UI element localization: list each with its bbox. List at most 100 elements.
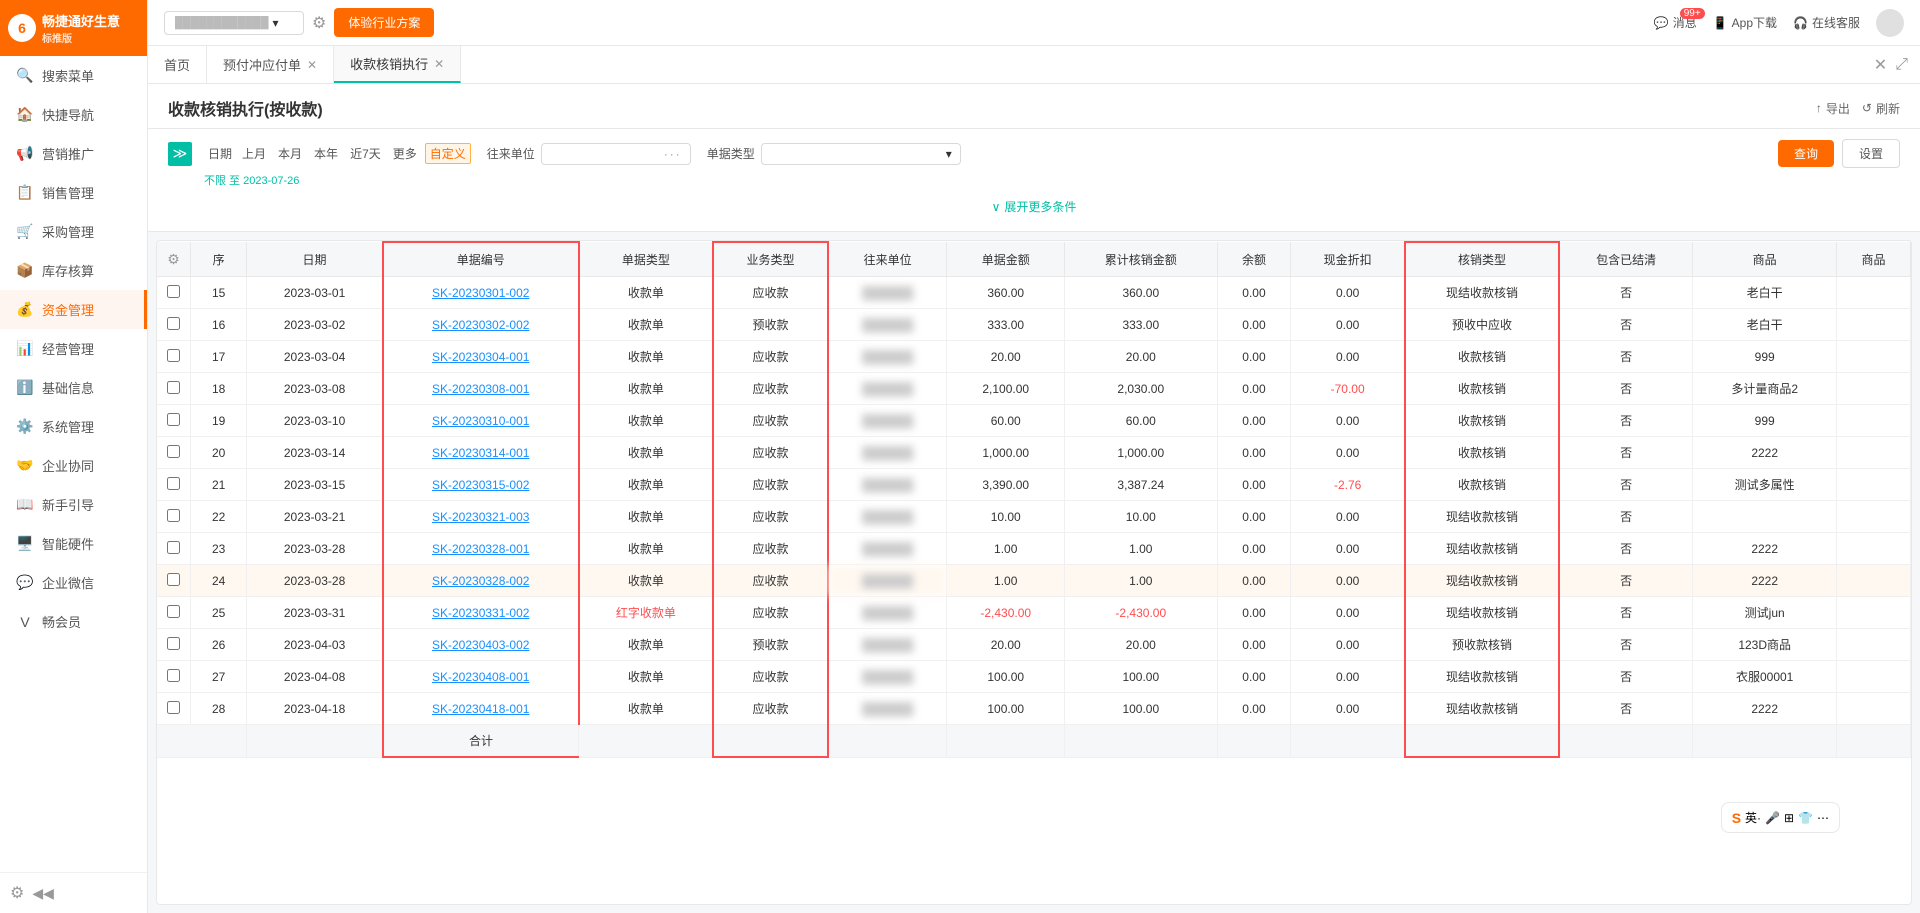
messages-button[interactable]: 💬 消息 99+ bbox=[1654, 14, 1697, 31]
filter-this-year-btn[interactable]: 本年 bbox=[310, 143, 342, 164]
expand-more-conditions-button[interactable]: ∨ 展开更多条件 bbox=[992, 198, 1077, 215]
row-checkbox[interactable] bbox=[167, 413, 180, 426]
column-settings-icon[interactable]: ⚙ bbox=[167, 251, 180, 267]
td-accum-amount: 100.00 bbox=[1065, 693, 1218, 725]
row-checkbox[interactable] bbox=[167, 637, 180, 650]
filter-last-month-btn[interactable]: 上月 bbox=[238, 143, 270, 164]
expand-tab-icon[interactable]: ⤢ bbox=[1895, 56, 1908, 74]
tab-home[interactable]: 首页 bbox=[148, 46, 207, 83]
td-accum-amount: 1.00 bbox=[1065, 565, 1218, 597]
company-selector[interactable]: ████████████ ▾ bbox=[164, 11, 304, 35]
row-checkbox[interactable] bbox=[167, 317, 180, 330]
settings-icon[interactable]: ⚙ bbox=[10, 883, 24, 903]
td-bill-no[interactable]: SK-20230403-002 bbox=[383, 629, 579, 661]
td-bill-no[interactable]: SK-20230321-003 bbox=[383, 501, 579, 533]
td-bill-no[interactable]: SK-20230328-002 bbox=[383, 565, 579, 597]
filter-this-month-btn[interactable]: 本月 bbox=[274, 143, 306, 164]
td-bill-no[interactable]: SK-20230328-001 bbox=[383, 533, 579, 565]
tab-collection[interactable]: 收款核销执行 ✕ bbox=[334, 46, 461, 83]
row-checkbox[interactable] bbox=[167, 445, 180, 458]
app-label: App下载 bbox=[1732, 14, 1777, 31]
row-checkbox[interactable] bbox=[167, 605, 180, 618]
row-checkbox[interactable] bbox=[167, 381, 180, 394]
filter-7days-btn[interactable]: 近7天 bbox=[346, 143, 385, 164]
topbar: ████████████ ▾ ⚙ 体验行业方案 💬 消息 99+ 📱 App下载… bbox=[148, 0, 1920, 46]
marketing-icon: 📢 bbox=[16, 145, 34, 162]
topbar-gear-icon[interactable]: ⚙ bbox=[312, 13, 326, 33]
row-checkbox[interactable] bbox=[167, 349, 180, 362]
refresh-button[interactable]: ↺ 刷新 bbox=[1862, 100, 1900, 117]
td-bill-type: 收款单 bbox=[579, 309, 714, 341]
solution-button[interactable]: 体验行业方案 bbox=[334, 8, 434, 37]
td-bill-no[interactable]: SK-20230308-001 bbox=[383, 373, 579, 405]
sidebar-item-basic-label: 基础信息 bbox=[42, 378, 94, 397]
close-tab-icon[interactable]: ✕ bbox=[1874, 55, 1887, 75]
sidebar-item-system[interactable]: ⚙️ 系统管理 bbox=[0, 407, 147, 446]
sidebar-item-operation[interactable]: 📊 经营管理 bbox=[0, 329, 147, 368]
sidebar-item-sales[interactable]: 📋 销售管理 bbox=[0, 173, 147, 212]
filter-setting-button[interactable]: 设置 bbox=[1842, 139, 1900, 168]
sidebar-item-search-label: 搜索菜单 bbox=[42, 66, 94, 85]
filter-collapse-button[interactable]: ≫ bbox=[168, 142, 192, 166]
sidebar-item-finance[interactable]: 💰 资金管理 bbox=[0, 290, 147, 329]
row-checkbox[interactable] bbox=[167, 509, 180, 522]
td-bill-no[interactable]: SK-20230408-001 bbox=[383, 661, 579, 693]
footer-product-cell bbox=[1693, 725, 1837, 758]
sidebar-item-marketing[interactable]: 📢 营销推广 bbox=[0, 134, 147, 173]
tab-collection-close-icon[interactable]: ✕ bbox=[434, 57, 444, 71]
td-cash-discount: 0.00 bbox=[1291, 309, 1405, 341]
sidebar-item-hardware[interactable]: 🖥️ 智能硬件 bbox=[0, 524, 147, 563]
td-bill-no[interactable]: SK-20230301-002 bbox=[383, 277, 579, 309]
td-seq: 24 bbox=[191, 565, 247, 597]
filter-partner-select[interactable]: ··· bbox=[541, 143, 691, 165]
online-service-button[interactable]: 🎧 在线客服 bbox=[1793, 14, 1860, 31]
filter-bill-type-select[interactable]: ▾ bbox=[761, 143, 961, 165]
row-checkbox[interactable] bbox=[167, 285, 180, 298]
app-download-button[interactable]: 📱 App下载 bbox=[1713, 14, 1777, 31]
td-biz-type: 应收款 bbox=[713, 565, 828, 597]
row-checkbox[interactable] bbox=[167, 573, 180, 586]
sidebar-item-wechat[interactable]: 💬 企业微信 bbox=[0, 563, 147, 602]
sidebar-item-enterprise[interactable]: 🤝 企业协同 bbox=[0, 446, 147, 485]
sidebar-item-member[interactable]: V 畅会员 bbox=[0, 602, 147, 641]
sidebar-item-basic[interactable]: ℹ️ 基础信息 bbox=[0, 368, 147, 407]
td-bill-no[interactable]: SK-20230331-002 bbox=[383, 597, 579, 629]
finance-icon: 💰 bbox=[16, 301, 34, 318]
sidebar-item-guide[interactable]: 📖 新手引导 bbox=[0, 485, 147, 524]
td-bill-no[interactable]: SK-20230310-001 bbox=[383, 405, 579, 437]
export-button[interactable]: ↑ 导出 bbox=[1816, 100, 1850, 117]
td-bill-no[interactable]: SK-20230315-002 bbox=[383, 469, 579, 501]
row-checkbox[interactable] bbox=[167, 701, 180, 714]
sidebar-item-inventory[interactable]: 📦 库存核算 bbox=[0, 251, 147, 290]
td-include-settled: 否 bbox=[1559, 309, 1693, 341]
row-checkbox[interactable] bbox=[167, 477, 180, 490]
query-button[interactable]: 查询 bbox=[1778, 140, 1834, 167]
filter-partner-dots: ··· bbox=[664, 147, 682, 161]
td-product: 123D商品 bbox=[1693, 629, 1837, 661]
td-bill-no[interactable]: SK-20230314-001 bbox=[383, 437, 579, 469]
tab-prepay[interactable]: 预付冲应付单 ✕ bbox=[207, 46, 334, 83]
td-cash-discount: 0.00 bbox=[1291, 565, 1405, 597]
tab-prepay-close-icon[interactable]: ✕ bbox=[307, 58, 317, 72]
td-bill-type: 收款单 bbox=[579, 277, 714, 309]
sidebar-item-search[interactable]: 🔍 搜索菜单 bbox=[0, 56, 147, 95]
sidebar-item-quick-nav[interactable]: 🏠 快捷导航 bbox=[0, 95, 147, 134]
filter-more-btn[interactable]: 更多 bbox=[389, 143, 421, 164]
td-bill-amount: 20.00 bbox=[947, 341, 1065, 373]
sidebar-item-purchase[interactable]: 🛒 采购管理 bbox=[0, 212, 147, 251]
th-settings[interactable]: ⚙ bbox=[157, 242, 191, 277]
td-seq: 19 bbox=[191, 405, 247, 437]
row-checkbox[interactable] bbox=[167, 669, 180, 682]
td-cash-discount: 0.00 bbox=[1291, 277, 1405, 309]
td-bill-no[interactable]: SK-20230302-002 bbox=[383, 309, 579, 341]
td-date: 2023-03-15 bbox=[247, 469, 383, 501]
filter-date-range: 不限 至 2023-07-26 bbox=[204, 172, 299, 188]
collapse-sidebar-icon[interactable]: ◀◀ bbox=[32, 885, 54, 902]
filter-custom-btn[interactable]: 自定义 bbox=[425, 143, 471, 164]
td-biz-type: 应收款 bbox=[713, 437, 828, 469]
user-avatar[interactable] bbox=[1876, 9, 1904, 37]
td-bill-no[interactable]: SK-20230418-001 bbox=[383, 693, 579, 725]
td-bill-no[interactable]: SK-20230304-001 bbox=[383, 341, 579, 373]
row-checkbox[interactable] bbox=[167, 541, 180, 554]
td-bill-amount: 1.00 bbox=[947, 565, 1065, 597]
